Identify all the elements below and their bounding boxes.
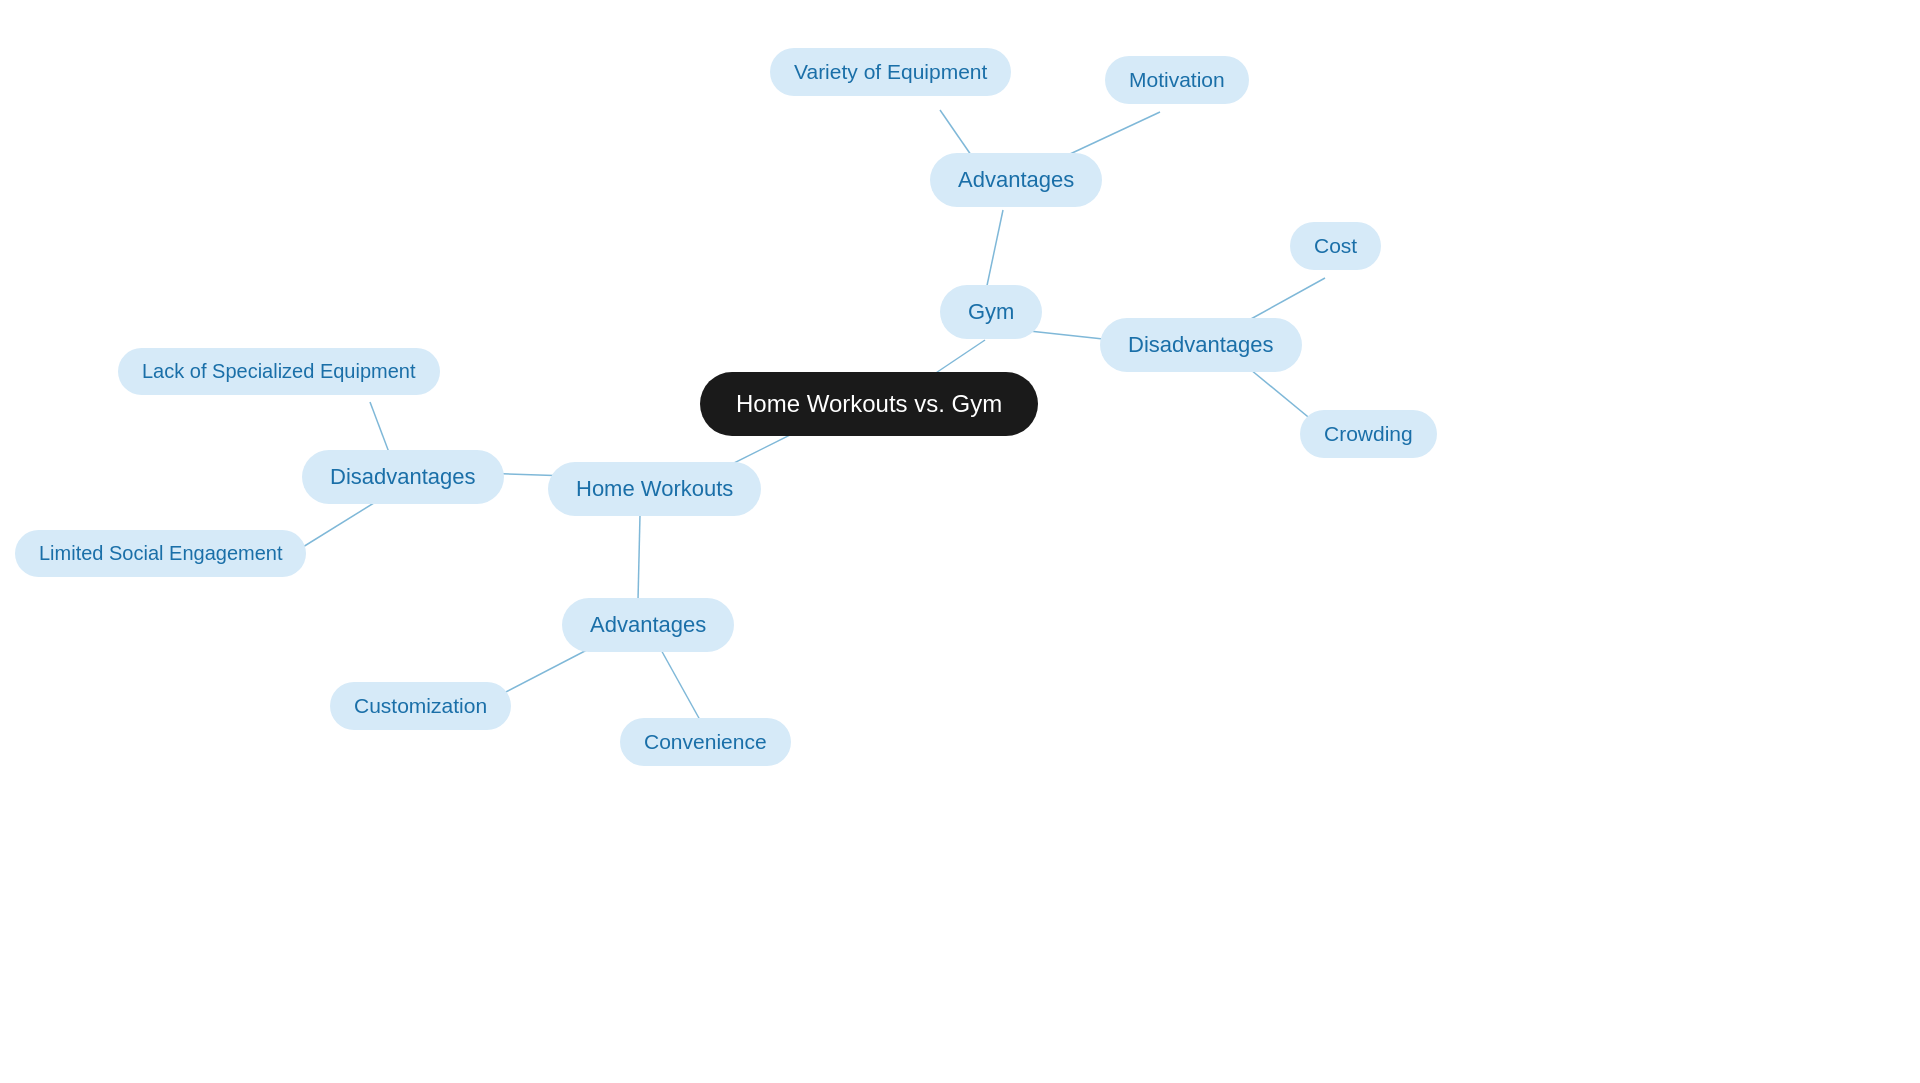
svg-line-9 (370, 402, 390, 455)
customization-node: Customization (330, 682, 511, 730)
motivation-node: Motivation (1105, 56, 1249, 104)
gym-disadvantages-node: Disadvantages (1100, 318, 1302, 372)
cost-node: Cost (1290, 222, 1381, 270)
svg-line-13 (660, 648, 700, 720)
gym-advantages-node: Advantages (930, 153, 1102, 207)
lack-equipment-node: Lack of Specialized Equipment (118, 348, 440, 395)
gym-node: Gym (940, 285, 1042, 339)
limited-social-node: Limited Social Engagement (15, 530, 306, 577)
svg-line-11 (638, 515, 640, 600)
home-advantages-node: Advantages (562, 598, 734, 652)
svg-line-1 (985, 210, 1003, 295)
center-node: Home Workouts vs. Gym (700, 372, 1038, 436)
crowding-node: Crowding (1300, 410, 1437, 458)
convenience-node: Convenience (620, 718, 791, 766)
home-disadvantages-node: Disadvantages (302, 450, 504, 504)
home-workouts-node: Home Workouts (548, 462, 761, 516)
variety-equipment-node: Variety of Equipment (770, 48, 1011, 96)
